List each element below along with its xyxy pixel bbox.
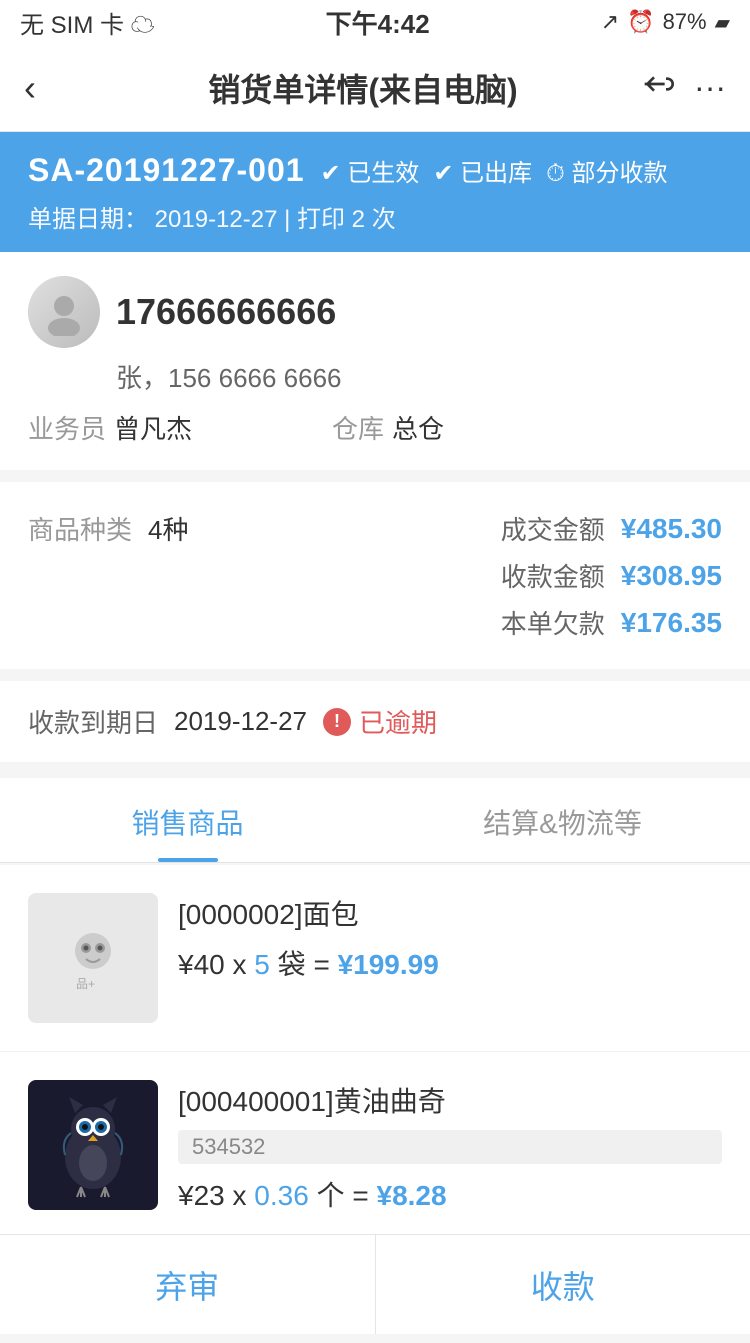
salesperson-info: 业务员 曾凡杰 [28, 409, 192, 446]
owed-value: ¥176.35 [621, 607, 722, 639]
location-icon: ↗ [601, 9, 619, 35]
date-value: 2019-12-27 [155, 206, 278, 233]
summary-right: 成交金额 ¥485.30 收款金额 ¥308.95 本单欠款 ¥176.35 [501, 510, 722, 641]
svg-text:品+: 品+ [76, 977, 95, 991]
alarm-icon: ⏰ [627, 9, 654, 35]
owed-label: 本单欠款 [501, 604, 605, 641]
product-types-value: 4种 [148, 510, 188, 547]
product-price-1: ¥40 x 5 袋 = ¥199.99 [178, 943, 722, 983]
back-button[interactable]: ‹ [24, 67, 84, 109]
product-image-2 [28, 1080, 158, 1210]
tab-products-label: 销售商品 [131, 808, 243, 839]
product-image-1: 品+ [28, 893, 158, 1023]
more-icon[interactable]: ··· [694, 69, 726, 106]
warehouse-value: 总仓 [392, 409, 444, 446]
sim-status: 无 SIM 卡 ☁ [20, 5, 155, 40]
product-types-label: 商品种类 [28, 510, 132, 547]
info-bar: SA-20191227-001 ✔ 已生效 ✔ 已出库 ⏱ 部分收款 单据日期：… [0, 132, 750, 252]
product-total-2: ¥8.28 [377, 1180, 447, 1211]
overdue-text: 已逾期 [359, 703, 437, 740]
order-id: SA-20191227-001 [28, 152, 305, 189]
customer-sub: 张，156 6666 6666 [28, 358, 722, 395]
product-name-1: [0000002]面包 [178, 893, 722, 933]
due-label: 收款到期日 [28, 703, 158, 740]
product-name-2: [000400001]黄油曲奇 [178, 1080, 722, 1120]
amount-label: 成交金额 [501, 510, 605, 547]
product-unit-1: 袋 [278, 949, 306, 980]
product-code-1: [0000002] [178, 899, 303, 930]
badge-shipped: ✔ 已出库 [433, 153, 532, 188]
tabs-section: 销售商品 结算&物流等 [0, 778, 750, 863]
tab-settlement[interactable]: 结算&物流等 [375, 778, 750, 862]
list-item: 品+ [0000002]面包 ¥40 x 5 袋 = ¥199.99 [0, 865, 750, 1052]
summary-left: 商品种类 4种 [28, 510, 188, 547]
amount-row: 成交金额 ¥485.30 [501, 510, 722, 547]
summary-section: 商品种类 4种 成交金额 ¥485.30 收款金额 ¥308.95 本单欠款 ¥… [0, 482, 750, 669]
customer-meta: 业务员 曾凡杰 仓库 总仓 [28, 409, 722, 446]
customer-top: 17666666666 [28, 276, 722, 348]
battery-status: 87% [663, 9, 707, 35]
product-info-1: [0000002]面包 ¥40 x 5 袋 = ¥199.99 [178, 893, 722, 983]
tab-products[interactable]: 销售商品 [0, 778, 375, 862]
products-section: 品+ [0000002]面包 ¥40 x 5 袋 = ¥199.99 [0, 865, 750, 1243]
warehouse-info: 仓库 总仓 [332, 409, 444, 446]
due-date-value: 2019-12-27 [174, 706, 307, 737]
product-qty-1: 5 [254, 949, 270, 980]
tab-settlement-label: 结算&物流等 [483, 808, 642, 839]
list-item: [000400001]黄油曲奇 534532 ¥23 x 0.36 个 = ¥8… [0, 1052, 750, 1243]
customer-phone: 17666666666 [116, 291, 336, 333]
product-info-2: [000400001]黄油曲奇 534532 ¥23 x 0.36 个 = ¥8… [178, 1080, 722, 1214]
overdue-badge: ! 已逾期 [323, 703, 437, 740]
status-time: 下午4:42 [326, 4, 430, 41]
badge-effective: ✔ 已生效 [321, 153, 420, 188]
salesperson-value: 曾凡杰 [114, 409, 192, 446]
amount-value: ¥485.30 [621, 513, 722, 545]
bottom-bar: 弃审 收款 [0, 1234, 750, 1334]
salesperson-label: 业务员 [28, 409, 106, 446]
product-total-1: ¥199.99 [338, 949, 439, 980]
info-bar-top: SA-20191227-001 ✔ 已生效 ✔ 已出库 ⏱ 部分收款 [28, 152, 722, 189]
info-bar-date: 单据日期： 2019-12-27 | 打印 2 次 [28, 199, 722, 234]
header-actions: ··· [642, 68, 726, 107]
product-code-2: [000400001] [178, 1086, 334, 1117]
product-price-2: ¥23 x 0.36 个 = ¥8.28 [178, 1174, 722, 1214]
page-title: 销货单详情(来自电脑) [84, 65, 642, 111]
share-icon[interactable] [642, 68, 674, 107]
product-unit-2: 个 [317, 1180, 345, 1211]
collect-payment-button[interactable]: 收款 [376, 1235, 750, 1334]
abandon-review-button[interactable]: 弃审 [0, 1235, 376, 1334]
status-bar: 无 SIM 卡 ☁ 下午4:42 ↗ ⏰ 87% ▰ [0, 0, 750, 44]
header: ‹ 销货单详情(来自电脑) ··· [0, 44, 750, 132]
print-count: | 打印 2 次 [284, 206, 396, 233]
status-badges: ✔ 已生效 ✔ 已出库 ⏱ 部分收款 [321, 153, 668, 188]
customer-section: 17666666666 张，156 6666 6666 业务员 曾凡杰 仓库 总… [0, 252, 750, 470]
status-left: 无 SIM 卡 ☁ [20, 5, 155, 40]
collected-label: 收款金额 [501, 557, 605, 594]
warehouse-label: 仓库 [332, 409, 384, 446]
product-qty-2: 0.36 [254, 1180, 309, 1211]
owed-row: 本单欠款 ¥176.35 [501, 604, 722, 641]
badge-partial: ⏱ 部分收款 [546, 153, 667, 188]
collected-value: ¥308.95 [621, 560, 722, 592]
price-unit-2: ¥23 [178, 1180, 225, 1211]
avatar [28, 276, 100, 348]
collected-row: 收款金额 ¥308.95 [501, 557, 722, 594]
status-right: ↗ ⏰ 87% ▰ [601, 9, 730, 35]
overdue-icon: ! [323, 708, 351, 736]
due-section: 收款到期日 2019-12-27 ! 已逾期 [0, 681, 750, 762]
product-types-row: 商品种类 4种 [28, 510, 188, 547]
product-sku-badge: 534532 [178, 1130, 722, 1164]
date-label: 单据日期： [28, 206, 148, 233]
battery-icon: ▰ [715, 10, 730, 35]
price-unit-1: ¥40 [178, 949, 225, 980]
